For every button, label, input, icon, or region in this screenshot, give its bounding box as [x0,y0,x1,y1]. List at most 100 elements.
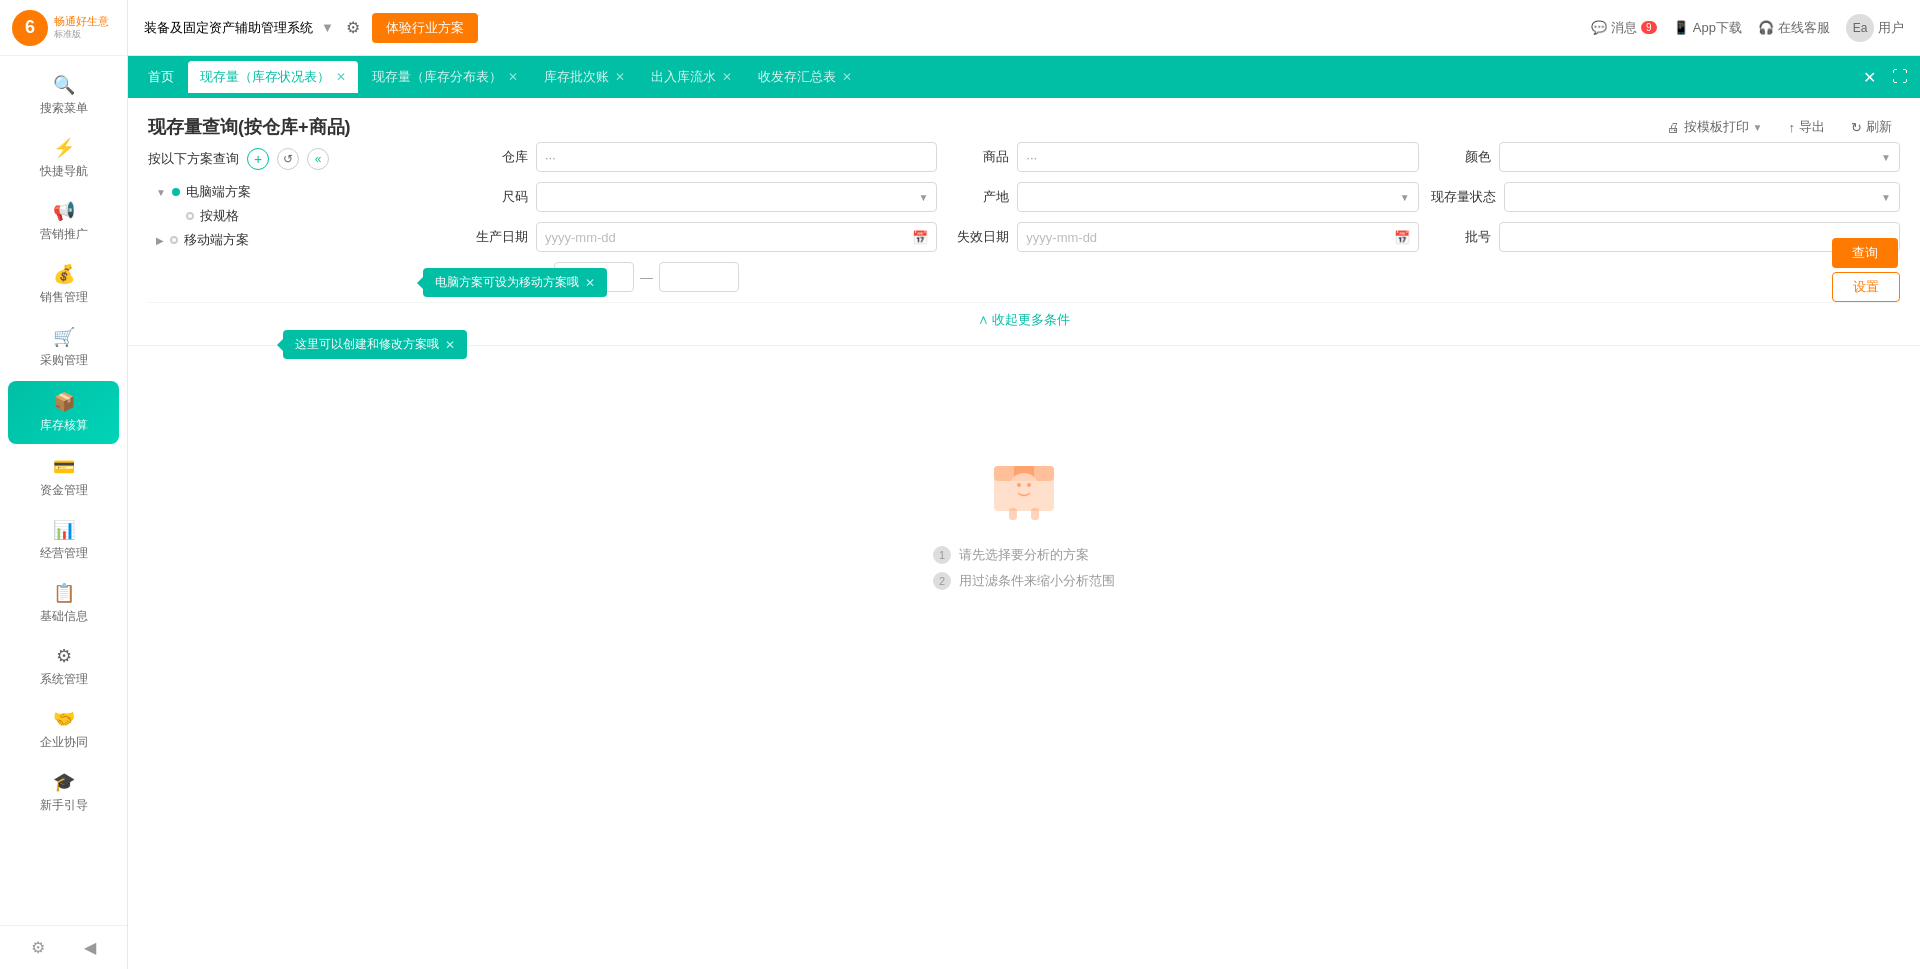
topbar-left: 装备及固定资产辅助管理系统 ▼ ⚙ 体验行业方案 [144,13,478,43]
filter-scheme-btn[interactable]: ↺ [277,148,299,170]
app-download-btn[interactable]: 📱 App下载 [1673,19,1742,37]
page-header: 现存量查询(按仓库+商品) 🖨 按模板打印 ▼ ↑ 导出 ↻ 刷新 [128,98,1920,148]
operation-icon: 📊 [53,519,75,541]
message-btn[interactable]: 💬 消息 9 [1591,19,1657,37]
tab-batch-ledger-label: 库存批次账 [544,68,609,86]
filter-left-btn[interactable]: « [307,148,329,170]
search-btn[interactable]: 查询 [1832,238,1898,268]
tab-home-label: 首页 [148,68,174,86]
topbar-right: 💬 消息 9 📱 App下载 🎧 在线客服 Ea 用户 [1591,14,1904,42]
page-actions: 🖨 按模板打印 ▼ ↑ 导出 ↻ 刷新 [1659,114,1900,140]
refresh-label: 刷新 [1866,118,1892,136]
guide-icon: 🎓 [53,771,75,793]
system-icon: ⚙ [56,645,72,667]
refresh-btn[interactable]: ↻ 刷新 [1843,114,1900,140]
sidebar-item-purchase[interactable]: 🛒 采购管理 [0,316,127,379]
maximize-btn[interactable]: ⛶ [1888,64,1912,90]
warehouse-dots: ··· [545,150,556,165]
export-icon: ↑ [1789,120,1796,135]
filter-label: 按以下方案查询 [148,150,239,168]
tab-inventory-status[interactable]: 现存量（库存状况表） ✕ [188,61,358,93]
phone-icon: 📱 [1673,20,1689,35]
filter-add-btn[interactable]: + [247,148,269,170]
tooltip-1: 电脑方案可设为移动方案哦 ✕ [423,268,607,297]
inv-status-select[interactable]: ▼ [1504,182,1900,212]
tab-inventory-status-close[interactable]: ✕ [336,70,346,84]
tooltip-2-close[interactable]: ✕ [445,338,455,352]
batch-label: 批号 [1431,228,1491,246]
sidebar-item-search-menu[interactable]: 🔍 搜索菜单 [0,64,127,127]
tab-in-out-flow-label: 出入库流水 [651,68,716,86]
sidebar-item-label: 新手引导 [40,797,88,814]
sidebar-item-marketing[interactable]: 📢 营销推广 [0,190,127,253]
print-btn[interactable]: 🖨 按模板打印 ▼ [1659,114,1771,140]
origin-arrow: ▼ [1400,192,1410,203]
sidebar-item-operation[interactable]: 📊 经营管理 [0,509,127,572]
tab-inventory-dist-label: 现存量（库存分布表） [372,68,502,86]
online-support-btn[interactable]: 🎧 在线客服 [1758,19,1830,37]
settings-icon[interactable]: ⚙ [31,938,45,957]
user-area[interactable]: Ea 用户 [1846,14,1904,42]
product-dots: ··· [1026,150,1037,165]
tab-batch-ledger-close[interactable]: ✕ [615,70,625,84]
sidebar-item-label: 销售管理 [40,289,88,306]
prod-date-placeholder: yyyy-mm-dd [545,230,616,245]
support-label: 在线客服 [1778,19,1830,37]
tooltip-1-close[interactable]: ✕ [585,276,595,290]
sidebar: 6 畅通好生意 标准版 🔍 搜索菜单 ⚡ 快捷导航 📢 营销推广 💰 销售管理 … [0,0,128,969]
tab-in-out-flow-close[interactable]: ✕ [722,70,732,84]
scheme-desktop-dot [172,188,180,196]
empty-tips: 1 请先选择要分析的方案 2 用过滤条件来缩小分析范围 [933,546,1115,590]
reset-btn[interactable]: 设置 [1832,272,1900,302]
tab-inventory-dist-close[interactable]: ✕ [508,70,518,84]
sidebar-item-guide[interactable]: 🎓 新手引导 [0,761,127,824]
collapse-sidebar-icon[interactable]: ◀ [84,938,96,957]
system-name-select[interactable]: 装备及固定资产辅助管理系统 ▼ [144,19,334,37]
sidebar-item-quick-nav[interactable]: ⚡ 快捷导航 [0,127,127,190]
sidebar-item-cooperation[interactable]: 🤝 企业协同 [0,698,127,761]
industry-btn[interactable]: 体验行业方案 [372,13,478,43]
color-arrow: ▼ [1881,152,1891,163]
sidebar-item-label: 快捷导航 [40,163,88,180]
qty-to-input[interactable] [659,262,739,292]
warehouse-label: 仓库 [468,148,528,166]
tooltip-2-text: 这里可以创建和修改方案哦 [295,336,439,353]
sidebar-item-basic[interactable]: 📋 基础信息 [0,572,127,635]
prod-date-input[interactable]: yyyy-mm-dd 📅 [536,222,937,252]
tab-home[interactable]: 首页 [136,61,186,93]
prod-date-label: 生产日期 [468,228,528,246]
print-icon: 🖨 [1667,120,1680,135]
filter-warehouse: 仓库 ··· [468,142,937,172]
tab-inventory-dist[interactable]: 现存量（库存分布表） ✕ [360,61,530,93]
tip-1-num: 1 [933,546,951,564]
sidebar-item-label: 采购管理 [40,352,88,369]
product-input[interactable]: ··· [1017,142,1418,172]
sidebar-item-inventory[interactable]: 📦 库存核算 [8,381,119,444]
user-name: 用户 [1878,19,1904,37]
filter-color: 颜色 ▼ [1431,142,1900,172]
filter-fields-area: 仓库 ··· 商品 ··· [468,142,1900,292]
sidebar-item-label: 搜索菜单 [40,100,88,117]
color-select[interactable]: ▼ [1499,142,1900,172]
sidebar-item-finance[interactable]: 💳 资金管理 [0,446,127,509]
tab-batch-ledger[interactable]: 库存批次账 ✕ [532,61,637,93]
sidebar-item-sales[interactable]: 💰 销售管理 [0,253,127,316]
search-icon: 🔍 [53,74,75,96]
close-all-tabs-btn[interactable]: ✕ [1859,64,1880,91]
export-btn[interactable]: ↑ 导出 [1781,114,1834,140]
origin-select[interactable]: ▼ [1017,182,1418,212]
tab-receive-summary-close[interactable]: ✕ [842,70,852,84]
tab-inventory-status-label: 现存量（库存状况表） [200,68,330,86]
sidebar-item-system[interactable]: ⚙ 系统管理 [0,635,127,698]
exp-date-input[interactable]: yyyy-mm-dd 📅 [1017,222,1418,252]
sidebar-item-label: 系统管理 [40,671,88,688]
tip-2-text: 用过滤条件来缩小分析范围 [959,572,1115,590]
topbar-settings-icon[interactable]: ⚙ [346,18,360,37]
tab-in-out-flow[interactable]: 出入库流水 ✕ [639,61,744,93]
system-name-text: 装备及固定资产辅助管理系统 [144,19,313,37]
size-select[interactable]: ▼ [536,182,937,212]
warehouse-input[interactable]: ··· [536,142,937,172]
finance-icon: 💳 [53,456,75,478]
tab-receive-summary[interactable]: 收发存汇总表 ✕ [746,61,864,93]
filter-row-4: 现存量（主） — [468,262,1900,292]
